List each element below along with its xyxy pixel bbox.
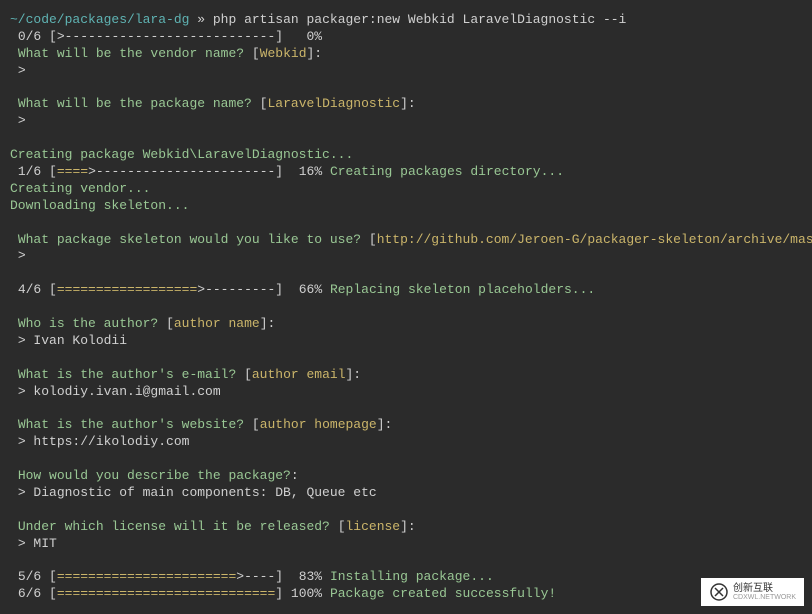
question-description: How would you describe the package?: — [10, 468, 802, 485]
terminal-output[interactable]: ~/code/packages/lara-dg » php artisan pa… — [10, 12, 802, 603]
logo-text: 创新互联 CDXWL.NETWORK — [733, 583, 796, 602]
answer-skeleton: > — [10, 248, 802, 265]
answer-email: > kolodiy.ivan.i@gmail.com — [10, 384, 802, 401]
progress-6: 6/6 [============================] 100% … — [10, 586, 802, 603]
watermark-logo: 创新互联 CDXWL.NETWORK — [701, 578, 804, 606]
answer-description: > Diagnostic of main components: DB, Que… — [10, 485, 802, 502]
prompt-line: ~/code/packages/lara-dg » php artisan pa… — [10, 12, 802, 29]
answer-package: > — [10, 113, 802, 130]
downloading-skeleton: Downloading skeleton... — [10, 198, 802, 215]
question-author: Who is the author? [author name]: — [10, 316, 802, 333]
answer-author: > Ivan Kolodii — [10, 333, 802, 350]
answer-vendor: > — [10, 63, 802, 80]
progress-0: 0/6 [>---------------------------] 0% — [10, 29, 802, 46]
question-vendor: What will be the vendor name? [Webkid]: — [10, 46, 802, 63]
answer-license: > MIT — [10, 536, 802, 553]
question-website: What is the author's website? [author ho… — [10, 417, 802, 434]
command-text: php artisan packager:new Webkid LaravelD… — [213, 12, 626, 27]
prompt-path: ~/code/packages/lara-dg — [10, 12, 189, 27]
logo-icon — [709, 582, 729, 602]
creating-vendor: Creating vendor... — [10, 181, 802, 198]
prompt-symbol: » — [197, 12, 205, 27]
creating-package: Creating package Webkid\LaravelDiagnosti… — [10, 147, 802, 164]
question-package: What will be the package name? [LaravelD… — [10, 96, 802, 113]
question-skeleton: What package skeleton would you like to … — [10, 232, 802, 249]
question-license: Under which license will it be released?… — [10, 519, 802, 536]
progress-5: 5/6 [=======================>----] 83% I… — [10, 569, 802, 586]
question-email: What is the author's e-mail? [author ema… — [10, 367, 802, 384]
progress-1: 1/6 [====>-----------------------] 16% C… — [10, 164, 802, 181]
answer-website: > https://ikolodiy.com — [10, 434, 802, 451]
progress-4: 4/6 [==================>---------] 66% R… — [10, 282, 802, 299]
